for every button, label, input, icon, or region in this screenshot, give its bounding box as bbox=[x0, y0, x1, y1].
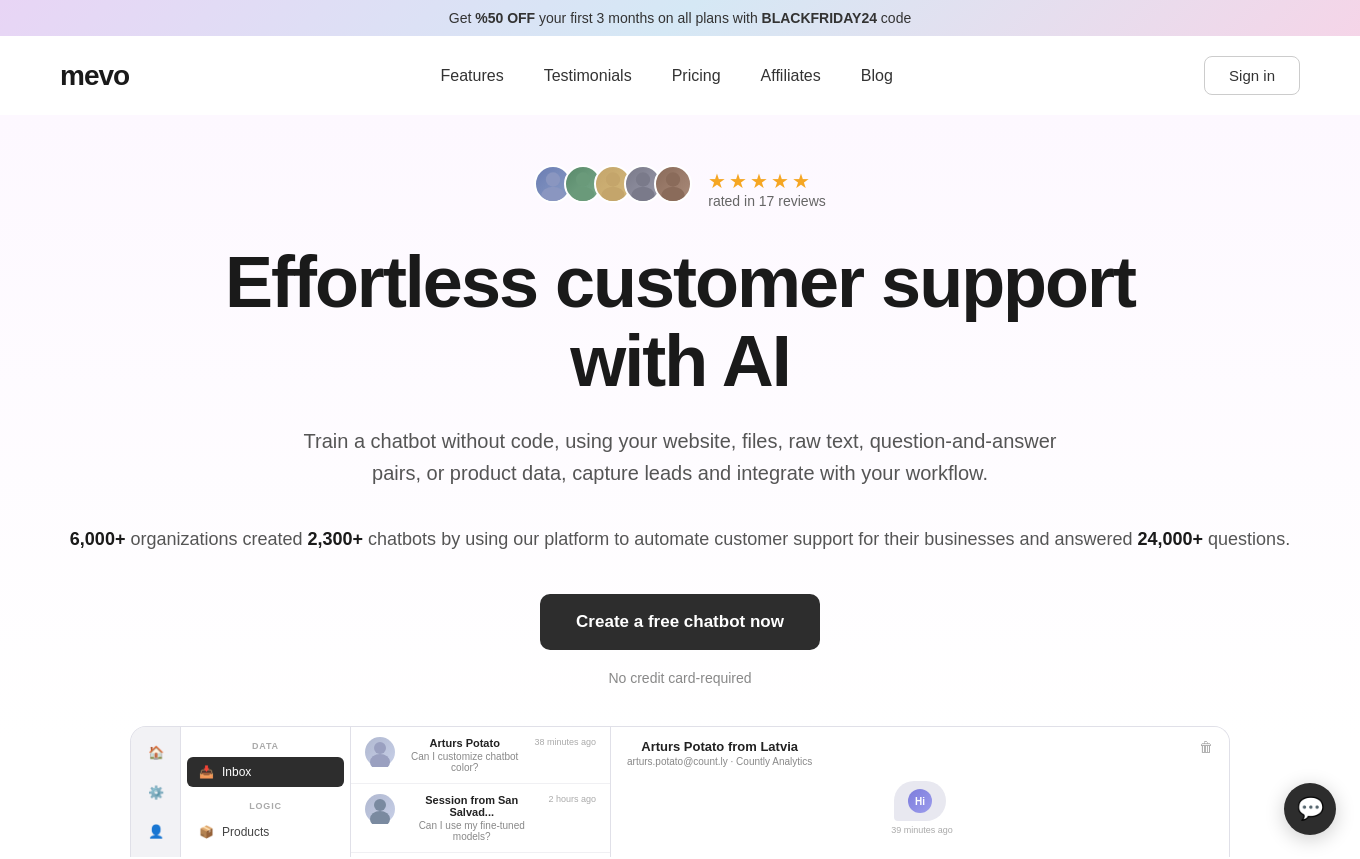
menu-section-logic: LOGIC bbox=[181, 797, 350, 815]
announcement-bar: Get %50 OFF your first 3 months on all p… bbox=[0, 0, 1360, 36]
svg-point-4 bbox=[606, 172, 620, 186]
stat-chatbots-label: chatbots by using our platform to automa… bbox=[363, 529, 1137, 549]
bubble-time: 39 minutes ago bbox=[627, 825, 1213, 835]
chat-info: Arturs Potato Can I customize chatbot co… bbox=[405, 737, 524, 773]
stat-chatbots-count: 2,300+ bbox=[308, 529, 364, 549]
announcement-suffix: your first 3 months on all plans with bbox=[535, 10, 761, 26]
announcement-code-suffix: code bbox=[877, 10, 911, 26]
announcement-code: BLACKFRIDAY24 bbox=[762, 10, 877, 26]
nav-affiliates[interactable]: Affiliates bbox=[761, 67, 821, 85]
svg-point-2 bbox=[576, 172, 590, 186]
star-2: ★ bbox=[729, 169, 747, 193]
chat-preview: Can I use my fine-tuned models? bbox=[405, 820, 538, 842]
chat-detail-header: Arturs Potato from Latvia arturs.potato@… bbox=[627, 739, 1213, 767]
nav-features[interactable]: Features bbox=[440, 67, 503, 85]
bubble-avatar: Hi bbox=[908, 789, 932, 813]
stat-questions-count: 24,000+ bbox=[1138, 529, 1204, 549]
chat-name: Arturs Potato bbox=[405, 737, 524, 749]
rating-text: rated in 17 reviews bbox=[708, 193, 826, 209]
chat-detail-email: arturs.potato@count.ly bbox=[627, 756, 728, 767]
nav-blog[interactable]: Blog bbox=[861, 67, 893, 85]
chat-avatar bbox=[365, 794, 395, 824]
nav-testimonials[interactable]: Testimonials bbox=[544, 67, 632, 85]
chat-list-item[interactable]: Session from San Salvad... Can I use my … bbox=[351, 784, 610, 853]
star-1: ★ bbox=[708, 169, 726, 193]
chat-detail-actions: 🗑 bbox=[1199, 739, 1213, 755]
app-preview: 🏠 ⚙️ 👤 DATA 📥 Inbox LOGIC 📦 Products bbox=[130, 726, 1230, 857]
chat-list-item[interactable]: Arturs Potato Can I customize chatbot co… bbox=[351, 727, 610, 784]
chat-bubble-container: Hi 39 minutes ago bbox=[627, 781, 1213, 835]
header: mevo Features Testimonials Pricing Affil… bbox=[0, 36, 1360, 115]
hero-title: Effortless customer support with AI bbox=[40, 243, 1320, 401]
hero-subtitle: Train a chatbot without code, using your… bbox=[300, 425, 1060, 489]
menu-products-label: Products bbox=[222, 825, 269, 839]
star-4: ★ bbox=[771, 169, 789, 193]
preview-menu: DATA 📥 Inbox LOGIC 📦 Products bbox=[181, 727, 351, 857]
chat-time: 2 hours ago bbox=[548, 794, 596, 804]
svg-point-8 bbox=[666, 172, 680, 186]
cta-container: Create a free chatbot now No credit card… bbox=[40, 594, 1320, 686]
star-3: ★ bbox=[750, 169, 768, 193]
menu-item-products[interactable]: 📦 Products bbox=[187, 817, 344, 847]
star-rating: ★ ★ ★ ★ ★ bbox=[708, 169, 810, 193]
sign-in-button[interactable]: Sign in bbox=[1204, 56, 1300, 95]
svg-point-5 bbox=[602, 187, 625, 203]
cta-button[interactable]: Create a free chatbot now bbox=[540, 594, 820, 650]
rating-info: ★ ★ ★ ★ ★ rated in 17 reviews bbox=[708, 169, 826, 209]
main-nav: Features Testimonials Pricing Affiliates… bbox=[440, 67, 892, 85]
menu-inbox-label: Inbox bbox=[222, 765, 251, 779]
svg-point-6 bbox=[636, 172, 650, 186]
menu-item-inbox[interactable]: 📥 Inbox bbox=[187, 757, 344, 787]
chat-widget-icon: 💬 bbox=[1297, 796, 1324, 822]
sidebar-settings-icon: ⚙️ bbox=[144, 783, 168, 802]
chat-name: Session from San Salvad... bbox=[405, 794, 538, 818]
svg-point-13 bbox=[370, 811, 390, 824]
inbox-icon: 📥 bbox=[199, 765, 214, 779]
avatar-group bbox=[534, 165, 692, 203]
chat-widget-button[interactable]: 💬 bbox=[1284, 783, 1336, 835]
chat-detail-name: Arturs Potato from Latvia bbox=[627, 739, 812, 754]
avatar bbox=[654, 165, 692, 203]
preview-chatlist: Arturs Potato Can I customize chatbot co… bbox=[351, 727, 611, 857]
stat-orgs-label: organizations created bbox=[125, 529, 307, 549]
stat-questions-label: questions. bbox=[1203, 529, 1290, 549]
stats-text: 6,000+ organizations created 2,300+ chat… bbox=[40, 525, 1320, 554]
logo[interactable]: mevo bbox=[60, 60, 129, 92]
announcement-discount: %50 OFF bbox=[475, 10, 535, 26]
star-5: ★ bbox=[792, 169, 810, 193]
svg-point-10 bbox=[374, 742, 386, 754]
chat-avatar bbox=[365, 737, 395, 767]
chat-detail-sub: arturs.potato@count.ly · Countly Analyti… bbox=[627, 756, 812, 767]
svg-point-1 bbox=[542, 187, 565, 203]
svg-point-7 bbox=[632, 187, 655, 203]
preview-inner: 🏠 ⚙️ 👤 DATA 📥 Inbox LOGIC 📦 Products bbox=[131, 727, 1229, 857]
chat-info: Session from San Salvad... Can I use my … bbox=[405, 794, 538, 842]
svg-point-0 bbox=[546, 172, 560, 186]
chat-time: 38 minutes ago bbox=[534, 737, 596, 747]
svg-point-11 bbox=[370, 754, 390, 767]
preview-sidebar: 🏠 ⚙️ 👤 bbox=[131, 727, 181, 857]
hero-title-line2: with AI bbox=[570, 321, 789, 401]
sidebar-home-icon: 🏠 bbox=[144, 743, 168, 762]
chat-detail-company: Countly Analytics bbox=[736, 756, 812, 767]
menu-section-data: DATA bbox=[181, 737, 350, 755]
svg-point-12 bbox=[374, 799, 386, 811]
hero-title-line1: Effortless customer support bbox=[225, 242, 1135, 322]
nav-pricing[interactable]: Pricing bbox=[672, 67, 721, 85]
chat-preview: Can I customize chatbot color? bbox=[405, 751, 524, 773]
preview-chat-detail: Arturs Potato from Latvia arturs.potato@… bbox=[611, 727, 1229, 857]
sidebar-user-icon: 👤 bbox=[144, 822, 168, 841]
no-credit-text: No credit card-required bbox=[40, 670, 1320, 686]
svg-point-3 bbox=[572, 187, 595, 203]
stat-orgs-count: 6,000+ bbox=[70, 529, 126, 549]
chat-detail-user-info: Arturs Potato from Latvia arturs.potato@… bbox=[627, 739, 812, 767]
chat-bubble: Hi bbox=[894, 781, 946, 821]
announcement-prefix: Get bbox=[449, 10, 475, 26]
hero-section: ★ ★ ★ ★ ★ rated in 17 reviews Effortless… bbox=[0, 115, 1360, 859]
rating-section: ★ ★ ★ ★ ★ rated in 17 reviews bbox=[40, 165, 1320, 213]
products-icon: 📦 bbox=[199, 825, 214, 839]
svg-point-9 bbox=[662, 187, 685, 203]
